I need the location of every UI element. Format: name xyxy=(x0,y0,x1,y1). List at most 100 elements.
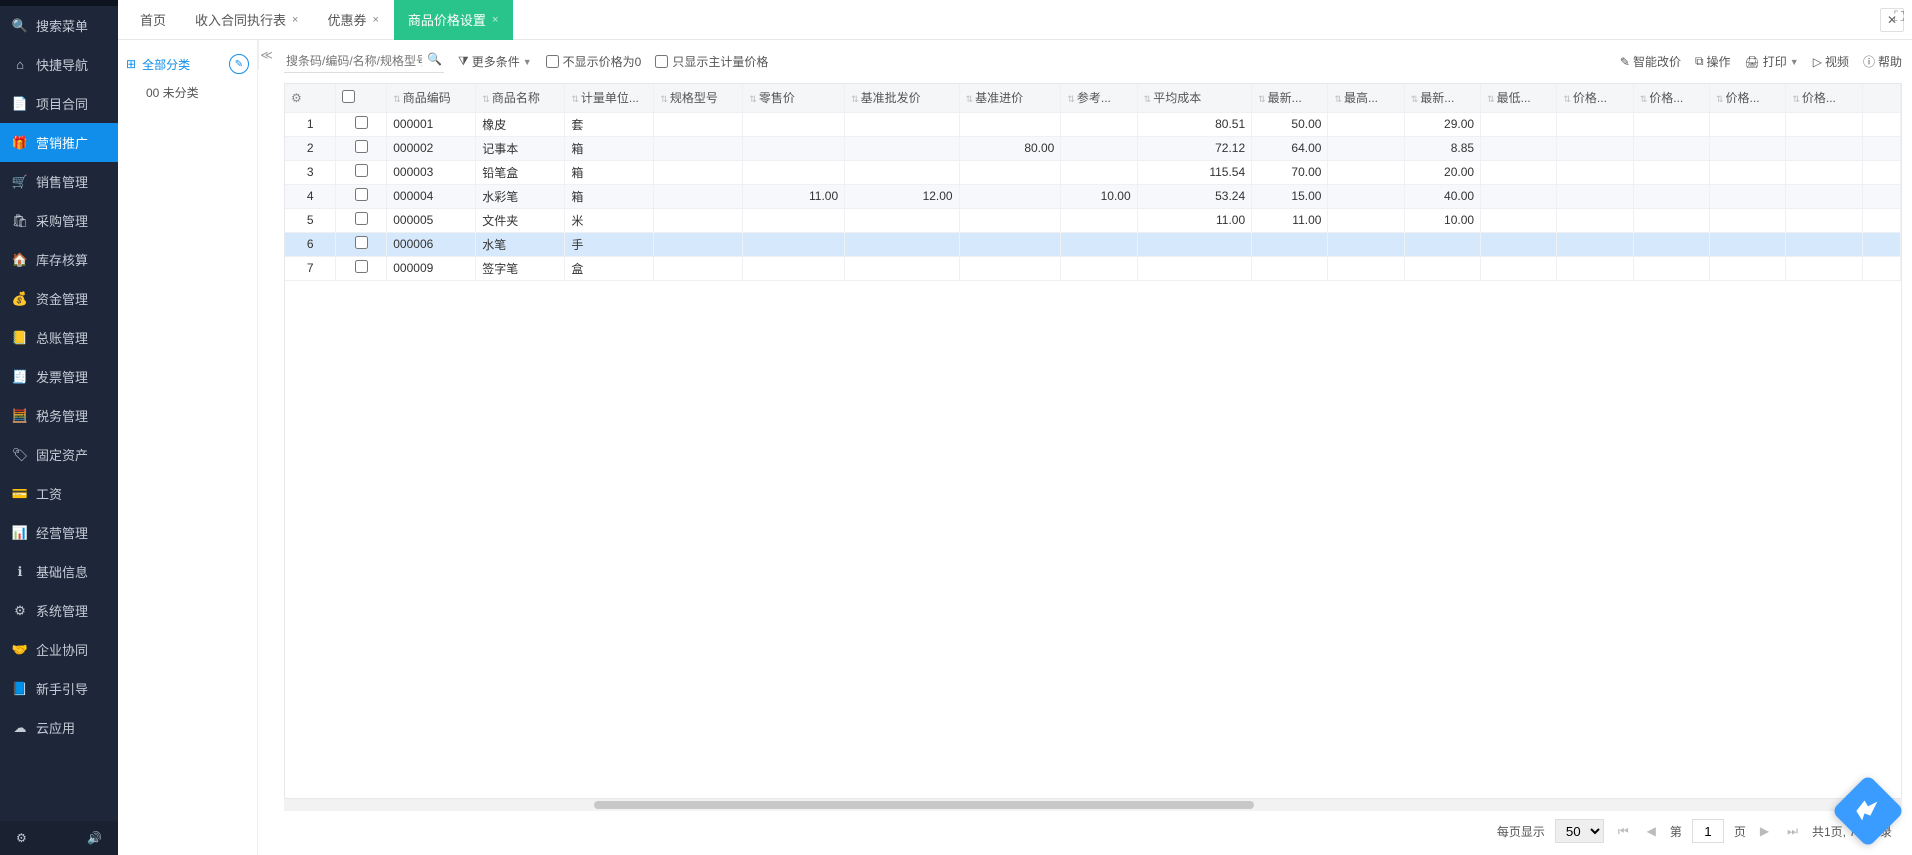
column-header-15[interactable]: ⇅价格... xyxy=(1557,84,1633,112)
column-header-1[interactable] xyxy=(336,84,387,112)
first-page-button[interactable]: ⏮ xyxy=(1614,824,1633,839)
cell[interactable] xyxy=(654,208,743,232)
cell[interactable]: 盒 xyxy=(565,256,654,280)
cell[interactable] xyxy=(1328,112,1404,136)
tab-0[interactable]: 首页 xyxy=(126,0,181,40)
table-row[interactable]: 6000006水笔手 xyxy=(285,232,1901,256)
cell[interactable] xyxy=(1481,112,1557,136)
column-header-7[interactable]: ⇅基准批发价 xyxy=(845,84,959,112)
cell[interactable] xyxy=(654,184,743,208)
cell[interactable] xyxy=(1481,184,1557,208)
column-header-3[interactable]: ⇅商品名称 xyxy=(476,84,565,112)
cell[interactable] xyxy=(1710,232,1786,256)
cell[interactable] xyxy=(1481,160,1557,184)
column-header-12[interactable]: ⇅最高... xyxy=(1328,84,1404,112)
cell[interactable] xyxy=(336,208,387,232)
cell[interactable] xyxy=(1710,160,1786,184)
tab-close-icon[interactable]: × xyxy=(292,14,298,26)
cell[interactable] xyxy=(1137,232,1251,256)
cell[interactable] xyxy=(1061,208,1137,232)
column-header-10[interactable]: ⇅平均成本 xyxy=(1137,84,1251,112)
cell[interactable]: 水笔 xyxy=(476,232,565,256)
cell[interactable] xyxy=(1557,208,1633,232)
cell[interactable] xyxy=(1786,184,1862,208)
cell[interactable] xyxy=(1786,112,1862,136)
sidebar-item-13[interactable]: 📊经营管理 xyxy=(0,513,118,552)
cell[interactable] xyxy=(1557,136,1633,160)
next-page-button[interactable]: ▶ xyxy=(1756,824,1773,838)
cell[interactable] xyxy=(336,112,387,136)
cell[interactable]: 11.00 xyxy=(1252,208,1328,232)
cell[interactable] xyxy=(1862,184,1900,208)
cell[interactable]: 10.00 xyxy=(1061,184,1137,208)
row-checkbox[interactable] xyxy=(355,164,368,177)
cell[interactable] xyxy=(743,160,845,184)
cell[interactable]: 文件夹 xyxy=(476,208,565,232)
cell[interactable] xyxy=(1061,160,1137,184)
cell[interactable]: 000004 xyxy=(387,184,476,208)
row-checkbox[interactable] xyxy=(355,188,368,201)
cell[interactable]: 10.00 xyxy=(1404,208,1480,232)
cell[interactable] xyxy=(1061,136,1137,160)
cell[interactable]: 铅笔盒 xyxy=(476,160,565,184)
column-header-16[interactable]: ⇅价格... xyxy=(1633,84,1709,112)
sidebar-item-12[interactable]: 💳工资 xyxy=(0,474,118,513)
last-page-button[interactable]: ⏭ xyxy=(1783,824,1802,839)
cell[interactable]: 000002 xyxy=(387,136,476,160)
cell[interactable] xyxy=(959,208,1061,232)
column-header-4[interactable]: ⇅计量单位... xyxy=(565,84,654,112)
cell[interactable] xyxy=(1061,232,1137,256)
operate-button[interactable]: ⧉ 操作 xyxy=(1695,53,1731,70)
row-checkbox[interactable] xyxy=(355,260,368,273)
cell[interactable]: 7 xyxy=(285,256,336,280)
cell[interactable]: 15.00 xyxy=(1252,184,1328,208)
cell[interactable] xyxy=(1328,136,1404,160)
cell[interactable] xyxy=(1557,112,1633,136)
cell[interactable] xyxy=(959,256,1061,280)
sidebar-item-2[interactable]: 📄项目合同 xyxy=(0,84,118,123)
search-icon[interactable]: 🔍 xyxy=(427,52,442,66)
smart-price-button[interactable]: ✎ 智能改价 xyxy=(1620,53,1681,70)
search-input[interactable] xyxy=(284,50,444,73)
column-header-14[interactable]: ⇅最低... xyxy=(1481,84,1557,112)
cell[interactable] xyxy=(1633,232,1709,256)
cell[interactable] xyxy=(1137,256,1251,280)
cell[interactable]: 5 xyxy=(285,208,336,232)
cell[interactable] xyxy=(1252,256,1328,280)
only-main-unit-checkbox[interactable]: 只显示主计量价格 xyxy=(655,53,768,70)
table-row[interactable]: 4000004水彩笔箱11.0012.0010.0053.2415.0040.0… xyxy=(285,184,1901,208)
cell[interactable]: 4 xyxy=(285,184,336,208)
cell[interactable] xyxy=(845,160,959,184)
cell[interactable] xyxy=(845,208,959,232)
sidebar-item-0[interactable]: 🔍搜索菜单 xyxy=(0,6,118,45)
table-row[interactable]: 2000002记事本箱80.0072.1264.008.85 xyxy=(285,136,1901,160)
cell[interactable]: 水彩笔 xyxy=(476,184,565,208)
cell[interactable] xyxy=(845,112,959,136)
cell[interactable] xyxy=(1633,256,1709,280)
cell[interactable]: 000001 xyxy=(387,112,476,136)
cell[interactable]: 40.00 xyxy=(1404,184,1480,208)
row-checkbox[interactable] xyxy=(355,236,368,249)
tab-1[interactable]: 收入合同执行表× xyxy=(181,0,313,40)
cell[interactable] xyxy=(959,232,1061,256)
column-header-2[interactable]: ⇅商品编码 xyxy=(387,84,476,112)
column-header-13[interactable]: ⇅最新... xyxy=(1404,84,1480,112)
cell[interactable] xyxy=(1252,232,1328,256)
cell[interactable] xyxy=(1786,208,1862,232)
select-all-checkbox[interactable] xyxy=(342,90,355,103)
cell[interactable]: 000003 xyxy=(387,160,476,184)
column-header-6[interactable]: ⇅零售价 xyxy=(743,84,845,112)
cell[interactable]: 8.85 xyxy=(1404,136,1480,160)
tab-close-icon[interactable]: × xyxy=(372,14,378,26)
sidebar-item-6[interactable]: 🏠库存核算 xyxy=(0,240,118,279)
column-header-18[interactable]: ⇅价格... xyxy=(1786,84,1862,112)
sidebar-item-5[interactable]: 🛍采购管理 xyxy=(0,201,118,240)
tab-close-icon[interactable]: × xyxy=(492,14,498,26)
cell[interactable]: 50.00 xyxy=(1252,112,1328,136)
cell[interactable] xyxy=(743,112,845,136)
cell[interactable]: 手 xyxy=(565,232,654,256)
cell[interactable] xyxy=(1786,232,1862,256)
cell[interactable]: 20.00 xyxy=(1404,160,1480,184)
sidebar-item-17[interactable]: 📘新手引导 xyxy=(0,669,118,708)
cell[interactable] xyxy=(1862,256,1900,280)
